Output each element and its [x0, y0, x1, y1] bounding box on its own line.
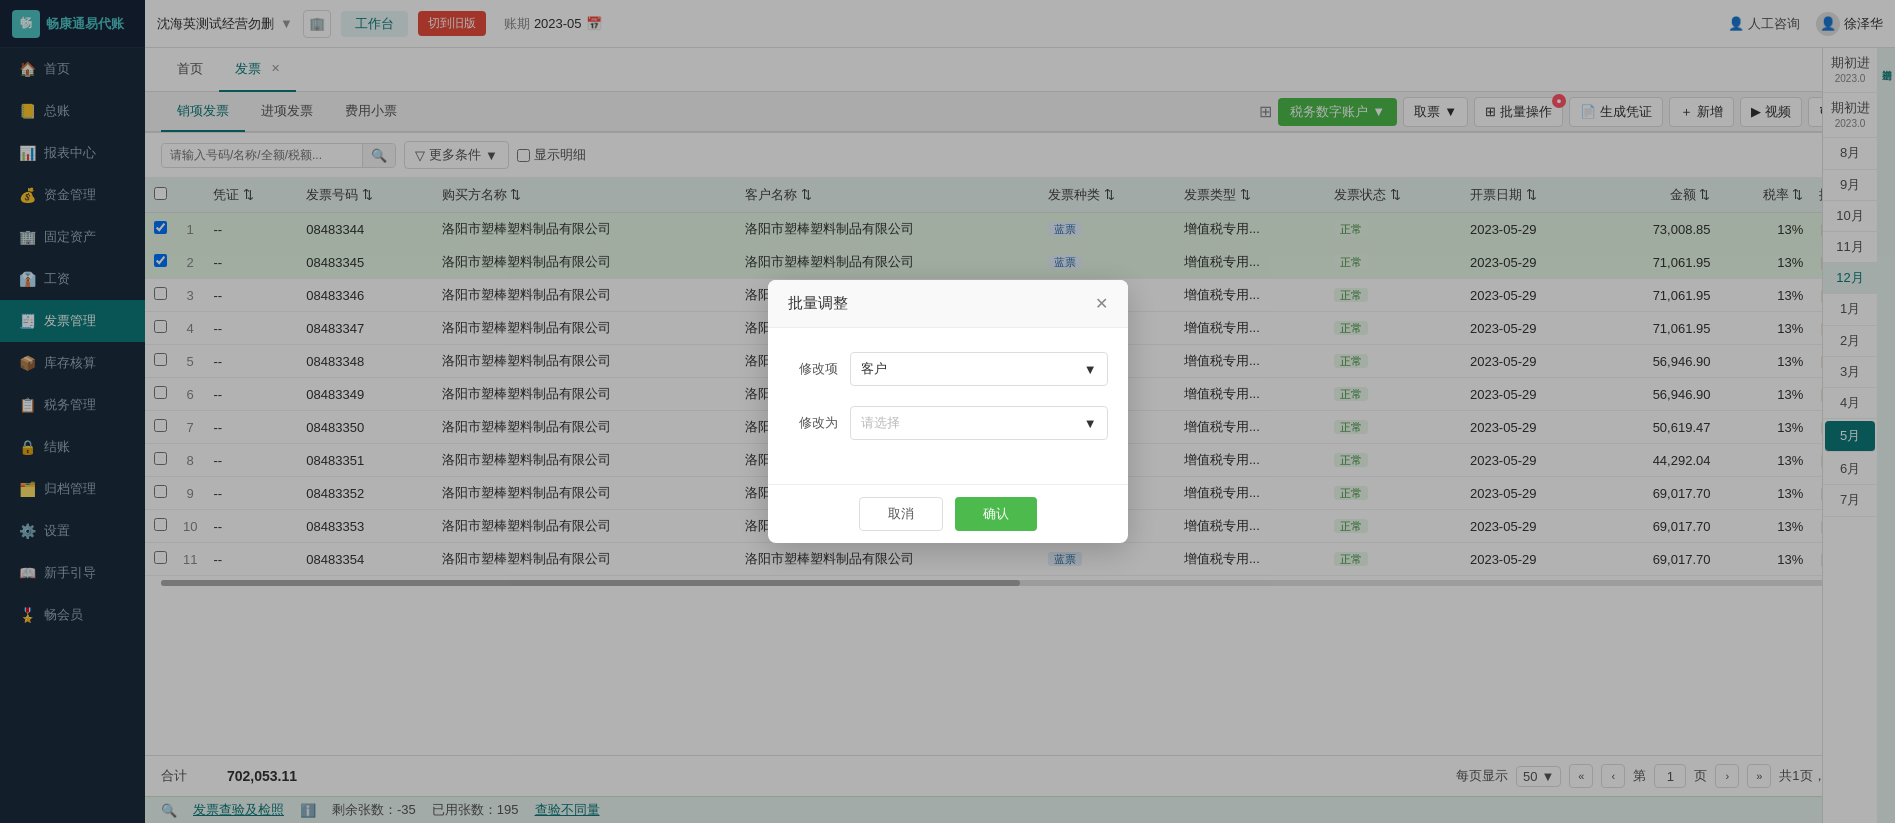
- batch-adjust-modal: 批量调整 ✕ 修改项 客户 ▼ 修改为 请选择 ▼ 取消 确认: [768, 280, 1128, 543]
- modal-overlay: 批量调整 ✕ 修改项 客户 ▼ 修改为 请选择 ▼ 取消 确认: [0, 0, 1895, 823]
- modal-cancel-btn[interactable]: 取消: [859, 497, 943, 531]
- modal-confirm-btn[interactable]: 确认: [955, 497, 1037, 531]
- field2-selector[interactable]: 请选择 ▼: [850, 406, 1108, 440]
- field2-dropdown-icon: ▼: [1084, 416, 1097, 431]
- field-selector[interactable]: 客户 ▼: [850, 352, 1108, 386]
- field2-label: 修改为: [788, 414, 838, 432]
- field-label: 修改项: [788, 360, 838, 378]
- modal-title: 批量调整: [788, 294, 848, 313]
- modal-field-value: 修改为 请选择 ▼: [788, 406, 1108, 440]
- modal-close-btn[interactable]: ✕: [1095, 294, 1108, 313]
- modal-body: 修改项 客户 ▼ 修改为 请选择 ▼: [768, 328, 1128, 484]
- modal-header: 批量调整 ✕: [768, 280, 1128, 328]
- field-dropdown-icon: ▼: [1084, 362, 1097, 377]
- modal-field-item: 修改项 客户 ▼: [788, 352, 1108, 386]
- field2-placeholder: 请选择: [861, 414, 900, 432]
- modal-footer: 取消 确认: [768, 484, 1128, 543]
- field-value: 客户: [861, 360, 887, 378]
